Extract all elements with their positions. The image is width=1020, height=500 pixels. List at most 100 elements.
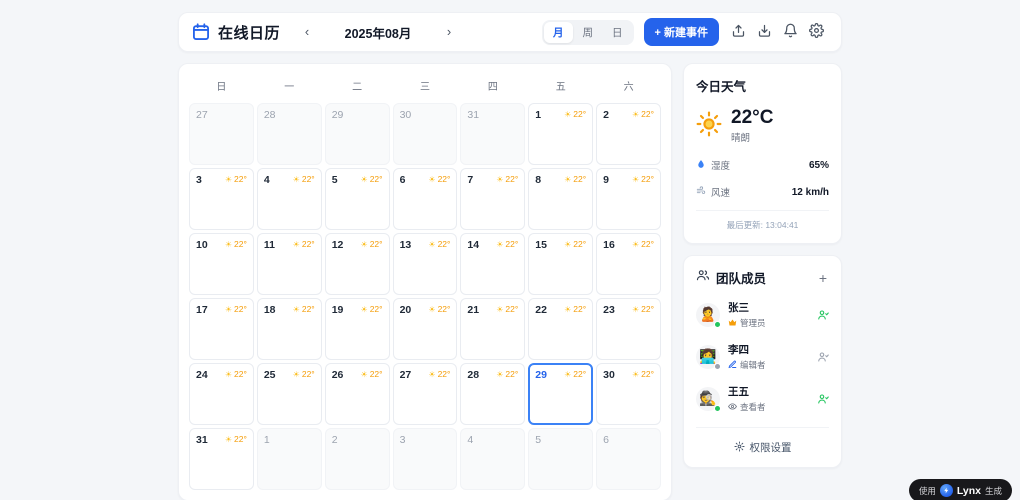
member-status-icon[interactable] <box>817 351 829 363</box>
calendar-day-cell[interactable]: 30 ☀ 22° <box>596 363 661 425</box>
share-button[interactable] <box>725 19 751 45</box>
settings-button[interactable] <box>803 19 829 45</box>
sun-icon: ☀ <box>428 239 436 249</box>
calendar-day-cell[interactable]: 7 ☀ 22° <box>460 168 526 230</box>
calendar-day-cell[interactable]: 3 ☀ 22° <box>189 168 254 230</box>
member-name: 王五 <box>728 386 749 398</box>
cell-weather-badge: ☀ 22° <box>225 369 247 379</box>
sun-icon: ☀ <box>631 239 640 249</box>
calendar-day-cell[interactable]: 6 ☀ 22° <box>392 168 458 230</box>
cell-temperature: 22° <box>369 239 383 249</box>
calendar-day-cell-selected[interactable]: 29 ☀ 22° <box>528 363 594 425</box>
new-event-button[interactable]: + 新建事件 <box>643 18 719 46</box>
calendar-day-cell[interactable]: 11 ☀ 22° <box>256 233 322 295</box>
cell-temperature: 22° <box>505 304 519 314</box>
cell-weather-badge: ☀ 22° <box>564 369 586 379</box>
calendar-day-cell[interactable]: 25 ☀ 22° <box>256 363 322 425</box>
permission-settings-button[interactable]: 权限设置 <box>696 436 829 455</box>
sun-icon: ☀ <box>360 304 368 314</box>
add-member-button[interactable]: + <box>817 269 829 287</box>
calendar-day-cell[interactable]: 22 ☀ 22° <box>528 298 594 360</box>
calendar-day-cell[interactable]: 2 ☀ 22° <box>596 103 661 165</box>
sun-icon: ☀ <box>224 369 232 379</box>
lynx-logo-icon <box>939 484 953 497</box>
day-number: 13 <box>399 239 412 251</box>
weather-condition: 晴朗 <box>731 133 751 144</box>
member-role: 编辑者 <box>728 359 766 371</box>
day-number: 21 <box>467 304 480 316</box>
day-number: 5 <box>331 174 338 186</box>
calendar-day-cell[interactable]: 24 ☀ 22° <box>189 363 254 425</box>
day-number: 19 <box>331 304 344 316</box>
team-card: 团队成员 + 🙎 张三 管理员 👩‍💻 李四 编辑者 🕵️ 王五 查看者 权限设置 <box>683 255 842 468</box>
calendar-day-cell[interactable]: 14 ☀ 22° <box>460 233 526 295</box>
lynx-badge[interactable]: 使用 Lynx 生成 <box>908 479 1012 500</box>
prev-month-button[interactable]: ‹ <box>296 21 318 43</box>
calendar-day-cell[interactable]: 26 ☀ 22° <box>324 363 390 425</box>
calendar-day-cell[interactable]: 5 ☀ 22° <box>324 168 390 230</box>
wind-row: 风速 12 km/h <box>696 183 829 201</box>
day-number: 23 <box>603 304 615 316</box>
calendar-day-cell[interactable]: 13 ☀ 22° <box>392 233 458 295</box>
calendar-day-cell[interactable]: 16 ☀ 22° <box>596 233 661 295</box>
member-status-icon[interactable] <box>817 393 829 405</box>
member-info: 王五 查看者 <box>728 384 766 413</box>
calendar-day-cell[interactable]: 18 ☀ 22° <box>256 298 322 360</box>
day-number: 8 <box>535 174 542 186</box>
weekday-label: 三 <box>419 82 430 93</box>
weekday-label: 一 <box>284 82 295 93</box>
calendar-day-cell[interactable]: 28 ☀ 22° <box>460 363 526 425</box>
calendar-day-cell: 27 <box>189 103 254 165</box>
member-row: 👩‍💻 李四 编辑者 <box>696 342 829 371</box>
main-area: 日一二三四五六 27 28 29 30 31 1 ☀ 22° 2 ☀ 22° 3 ☀ 22° 4 ☀ 22° 5 ☀… <box>178 63 842 500</box>
eye-icon <box>728 402 737 413</box>
cell-weather-badge: ☀ 22° <box>361 369 383 379</box>
calendar-day-cell[interactable]: 21 ☀ 22° <box>460 298 526 360</box>
day-number: 22 <box>535 304 547 316</box>
day-number: 5 <box>535 434 542 446</box>
edit-icon <box>728 360 737 371</box>
calendar-day-cell[interactable]: 15 ☀ 22° <box>528 233 594 295</box>
cell-weather-badge: ☀ 22° <box>496 174 518 184</box>
calendar-day-cell[interactable]: 23 ☀ 22° <box>596 298 661 360</box>
calendar-day-cell[interactable]: 19 ☀ 22° <box>324 298 390 360</box>
team-divider <box>696 427 829 428</box>
view-option-月[interactable]: 月 <box>544 21 573 43</box>
cell-weather-badge: ☀ 22° <box>428 174 450 184</box>
humidity-row: 湿度 65% <box>696 156 829 174</box>
calendar-day-cell[interactable]: 27 ☀ 22° <box>392 363 458 425</box>
calendar-day-cell[interactable]: 10 ☀ 22° <box>189 233 254 295</box>
sun-icon: ☀ <box>631 369 640 379</box>
view-option-周[interactable]: 周 <box>574 22 603 43</box>
calendar-day-cell[interactable]: 9 ☀ 22° <box>596 168 661 230</box>
notifications-button[interactable] <box>777 19 803 45</box>
calendar-day-cell: 2 <box>324 428 390 490</box>
cell-weather-badge: ☀ 22° <box>361 304 383 314</box>
weekday-label: 六 <box>623 82 634 93</box>
weekday-label: 日 <box>216 82 227 93</box>
cell-weather-badge: ☀ 22° <box>632 109 654 119</box>
calendar-day-cell[interactable]: 31 ☀ 22° <box>189 428 254 490</box>
download-button[interactable] <box>751 19 777 45</box>
calendar-day-cell[interactable]: 12 ☀ 22° <box>324 233 390 295</box>
sun-icon: ☀ <box>360 369 368 379</box>
cell-temperature: 22° <box>437 369 451 379</box>
calendar-day-cell[interactable]: 20 ☀ 22° <box>392 298 458 360</box>
calendar-card: 日一二三四五六 27 28 29 30 31 1 ☀ 22° 2 ☀ 22° 3 ☀ 22° 4 ☀ 22° 5 ☀… <box>178 63 672 500</box>
permissions-gear-icon <box>733 440 745 455</box>
calendar-day-cell[interactable]: 4 ☀ 22° <box>256 168 322 230</box>
calendar-day-cell[interactable]: 8 ☀ 22° <box>528 168 594 230</box>
sun-icon: ☀ <box>631 304 640 314</box>
view-option-日[interactable]: 日 <box>603 22 632 43</box>
calendar-grid: 27 28 29 30 31 1 ☀ 22° 2 ☀ 22° 3 ☀ 22° 4 ☀ 22° 5 ☀ 22° 6 ☀ 22°… <box>189 103 661 490</box>
next-month-button[interactable]: › <box>438 21 460 43</box>
member-status-icon[interactable] <box>817 309 829 321</box>
cell-temperature: 22° <box>573 304 587 314</box>
day-number: 6 <box>603 434 609 446</box>
calendar-day-cell[interactable]: 1 ☀ 22° <box>528 103 594 165</box>
cell-weather-badge: ☀ 22° <box>496 304 518 314</box>
cell-temperature: 22° <box>233 304 247 314</box>
month-navigation: ‹ 2025年08月 › <box>296 21 460 43</box>
sun-icon: ☀ <box>224 304 232 314</box>
calendar-day-cell[interactable]: 17 ☀ 22° <box>189 298 254 360</box>
